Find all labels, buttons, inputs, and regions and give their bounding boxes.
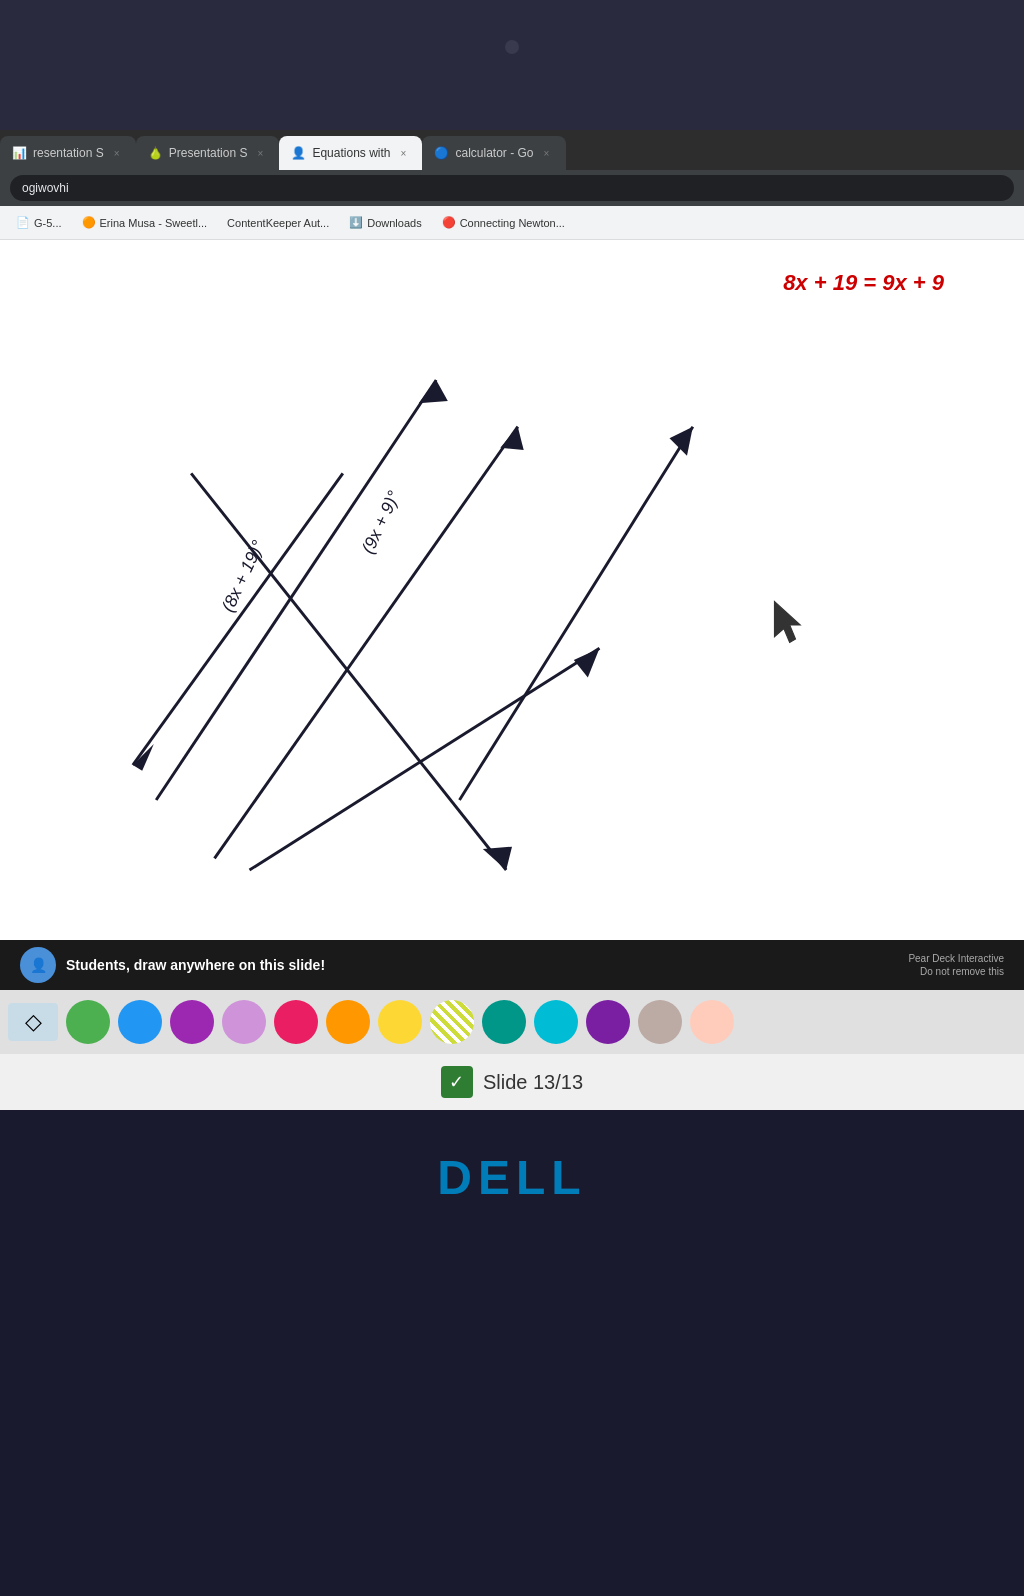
tab-close-4[interactable]: ×: [540, 146, 554, 160]
tab-icon-google: 🔵: [434, 146, 449, 160]
student-avatar: 👤: [20, 947, 56, 983]
tab-icon-slides: 📊: [12, 146, 27, 160]
svg-text:(8x + 19)°: (8x + 19)°: [217, 537, 267, 615]
geometry-diagram: (8x + 19)° (9x + 9)°: [0, 240, 1024, 940]
color-dark-red[interactable]: [586, 1000, 630, 1044]
tab-calculator[interactable]: 🔵 calculator - Go ×: [422, 136, 565, 170]
bookmark-contentkeeper[interactable]: ContentKeeper Aut...: [219, 213, 337, 233]
tab-icon-person: 👤: [291, 146, 306, 160]
bookmark-g5[interactable]: 📄 G-5...: [8, 212, 70, 233]
bottom-bar: 👤 Students, draw anywhere on this slide!…: [0, 940, 1024, 990]
svg-line-2: [460, 427, 693, 800]
tab-bar: 📊 resentation S × 🍐 Presentation S × 👤 E…: [0, 130, 1024, 170]
bottom-bezel: DELL: [0, 1110, 1024, 1225]
browser: 📊 resentation S × 🍐 Presentation S × 👤 E…: [0, 130, 1024, 240]
bookmark-icon-g5: 📄: [16, 216, 30, 229]
svg-marker-11: [500, 427, 523, 450]
address-bar: ogiwovhi: [0, 170, 1024, 206]
tab-presentation-s1[interactable]: 📊 resentation S ×: [0, 136, 136, 170]
color-peach[interactable]: [690, 1000, 734, 1044]
pear-deck-label: Pear Deck Interactive Do not remove this: [908, 952, 1004, 978]
bookmark-label-contentkeeper: ContentKeeper Aut...: [227, 217, 329, 229]
color-orange[interactable]: [326, 1000, 370, 1044]
tab-label-2: Presentation S: [169, 146, 248, 160]
svg-text:(9x + 9)°: (9x + 9)°: [357, 488, 403, 557]
bookmark-icon-connecting: 🔴: [442, 216, 456, 229]
tab-label-4: calculator - Go: [455, 146, 533, 160]
tab-close-3[interactable]: ×: [396, 146, 410, 160]
tab-icon-pear: 🍐: [148, 146, 163, 160]
avatar-icon: 👤: [30, 957, 47, 973]
bookmark-downloads[interactable]: ⬇️ Downloads: [341, 212, 429, 233]
tab-close-1[interactable]: ×: [110, 146, 124, 160]
bookmarks-bar: 📄 G-5... 🟠 Erina Musa - Sweetl... Conten…: [0, 206, 1024, 240]
color-pink[interactable]: [274, 1000, 318, 1044]
slide-check-icon: ✓: [441, 1066, 473, 1098]
bookmark-label-erina: Erina Musa - Sweetl...: [100, 217, 208, 229]
color-yellow[interactable]: [378, 1000, 422, 1044]
color-green[interactable]: [66, 1000, 110, 1044]
bookmark-connecting-newton[interactable]: 🔴 Connecting Newton...: [434, 212, 573, 233]
tab-presentation-s2[interactable]: 🍐 Presentation S ×: [136, 136, 280, 170]
bookmark-erina[interactable]: 🟠 Erina Musa - Sweetl...: [74, 212, 216, 233]
svg-line-4: [250, 648, 600, 870]
color-teal[interactable]: [482, 1000, 526, 1044]
dell-logo: DELL: [437, 1150, 586, 1205]
bookmark-label-connecting: Connecting Newton...: [460, 217, 565, 229]
bookmark-label-downloads: Downloads: [367, 217, 421, 229]
tab-label-1: resentation S: [33, 146, 104, 160]
color-yellow-striped[interactable]: [430, 1000, 474, 1044]
color-brown-light[interactable]: [638, 1000, 682, 1044]
color-palette-container: ◇: [0, 990, 1024, 1054]
main-content: 8x + 19 = 9x + 9: [0, 240, 1024, 1110]
pear-deck-line2: Do not remove this: [908, 965, 1004, 978]
color-cyan[interactable]: [534, 1000, 578, 1044]
student-instruction: Students, draw anywhere on this slide!: [66, 957, 325, 973]
svg-marker-14: [775, 602, 801, 643]
pear-deck-line1: Pear Deck Interactive: [908, 952, 1004, 965]
color-palette: [66, 1000, 734, 1044]
svg-line-0: [156, 380, 436, 800]
tab-equations[interactable]: 👤 Equations with ×: [279, 136, 422, 170]
svg-marker-9: [483, 847, 512, 870]
address-input[interactable]: ogiwovhi: [10, 175, 1014, 201]
color-purple[interactable]: [170, 1000, 214, 1044]
tab-close-2[interactable]: ×: [253, 146, 267, 160]
svg-marker-3: [670, 427, 693, 456]
color-pink-light[interactable]: [222, 1000, 266, 1044]
slide-indicator: ✓ Slide 13/13: [0, 1054, 1024, 1110]
bookmark-icon-erina: 🟠: [82, 216, 96, 229]
tools-section: ◇: [8, 1003, 58, 1041]
slide-number: Slide 13/13: [483, 1071, 583, 1094]
top-bezel: [0, 0, 1024, 130]
camera: [505, 40, 519, 54]
svg-line-8: [191, 473, 506, 870]
bookmark-icon-downloads: ⬇️: [349, 216, 363, 229]
tab-label-3: Equations with: [312, 146, 390, 160]
slide-area[interactable]: 8x + 19 = 9x + 9: [0, 240, 1024, 940]
svg-marker-5: [574, 648, 600, 677]
bookmark-label-g5: G-5...: [34, 217, 62, 229]
address-text: ogiwovhi: [22, 181, 69, 195]
eraser-icon[interactable]: ◇: [25, 1009, 42, 1035]
color-blue[interactable]: [118, 1000, 162, 1044]
